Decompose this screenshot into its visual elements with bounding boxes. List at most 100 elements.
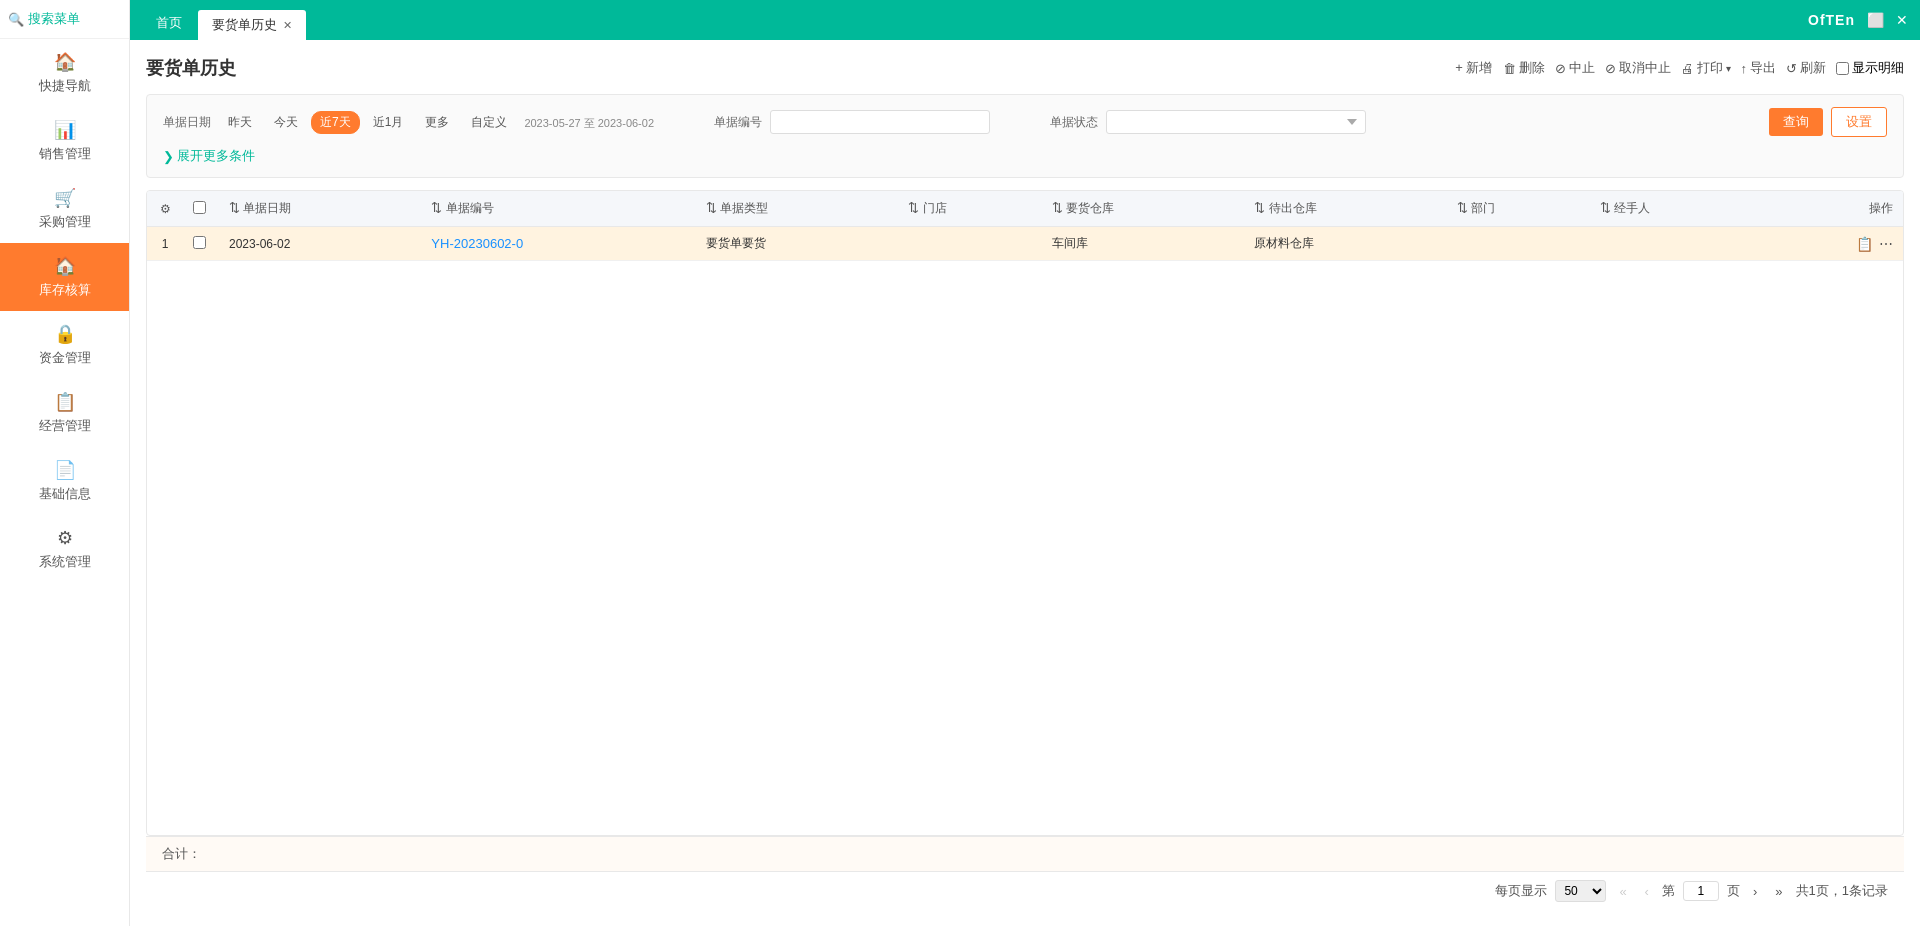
pagination: 每页显示 102050100 « ‹ 第 页 › » 共1页，1条记录: [146, 871, 1904, 910]
row-checkbox[interactable]: [193, 236, 206, 249]
select-all-checkbox[interactable]: [193, 201, 206, 214]
sidebar-label-finance: 资金管理: [39, 349, 91, 367]
prev-page-button[interactable]: ‹: [1640, 882, 1654, 901]
refresh-icon: ↺: [1786, 61, 1797, 76]
topbar-close[interactable]: ✕: [1896, 12, 1908, 28]
sidebar-label-inventory: 库存核算: [39, 281, 91, 299]
doc-no-link[interactable]: YH-20230602-0: [431, 236, 523, 251]
date-buttons: 昨天今天近7天近1月更多自定义: [219, 111, 516, 134]
footer-summary: 合计：: [146, 836, 1904, 871]
status-select[interactable]: [1106, 110, 1366, 134]
next-page-button[interactable]: ›: [1748, 882, 1762, 901]
settings-button[interactable]: 设置: [1831, 107, 1887, 137]
query-button[interactable]: 查询: [1769, 108, 1823, 136]
show-detail-checkbox[interactable]: [1836, 62, 1849, 75]
date-filter-label: 单据日期: [163, 114, 211, 131]
status-filter-group: 单据状态: [1050, 110, 1366, 134]
date-btn-近1月[interactable]: 近1月: [364, 111, 413, 134]
sidebar-item-finance[interactable]: 🔒资金管理: [0, 311, 129, 379]
th-req-warehouse: ⇅ 要货仓库: [1042, 191, 1244, 227]
row-num: 1: [147, 227, 183, 261]
sidebar-icon-basic: 📄: [54, 459, 76, 481]
print-dropdown-icon: ▾: [1726, 63, 1731, 74]
sidebar-item-basic[interactable]: 📄 基础信息: [0, 447, 129, 515]
sort-icon: ⇅: [1457, 200, 1468, 215]
topbar-brand: OfTEn: [1808, 12, 1855, 28]
row-req-warehouse: 车间库: [1042, 227, 1244, 261]
table-wrapper: ⚙ ⇅ 单据日期 ⇅ 单据编号 ⇅ 单据类型 ⇅ 门店 ⇅ 要货仓库 ⇅ 待出仓…: [146, 190, 1904, 836]
row-edit-icon[interactable]: 📋: [1856, 236, 1873, 252]
topbar-restore[interactable]: ⬜: [1867, 12, 1884, 28]
cancel-stop-button[interactable]: ⊘ 取消中止: [1605, 59, 1671, 77]
checkbox-column-header: [183, 191, 219, 227]
sidebar-icon-purchase: 🛒: [54, 187, 76, 209]
settings-column-header[interactable]: ⚙: [147, 191, 183, 227]
sidebar-icon-sales: 📊: [54, 119, 76, 141]
cancel-stop-icon: ⊘: [1605, 61, 1616, 76]
expand-button[interactable]: ❯ 展开更多条件: [163, 147, 255, 165]
page-content: 要货单历史 + 新增 🗑 删除 ⊘ 中止 ⊘ 取消中止 🖨 打印: [130, 40, 1920, 926]
date-btn-更多[interactable]: 更多: [416, 111, 458, 134]
th-doc-type: ⇅ 单据类型: [696, 191, 898, 227]
doc-no-label: 单据编号: [714, 114, 762, 131]
row-actions: 📋 ⋯: [1763, 227, 1903, 261]
sidebar-item-inventory[interactable]: 🏠库存核算: [0, 243, 129, 311]
export-button[interactable]: ↑ 导出: [1741, 59, 1777, 77]
tab-close-purchase-history[interactable]: ✕: [283, 19, 292, 32]
filter-area: 单据日期 昨天今天近7天近1月更多自定义 2023-05-27 至 2023-0…: [146, 94, 1904, 178]
page-input[interactable]: [1683, 881, 1719, 901]
date-btn-昨天[interactable]: 昨天: [219, 111, 261, 134]
refresh-button[interactable]: ↺ 刷新: [1786, 59, 1826, 77]
row-handler: [1590, 227, 1763, 261]
sidebar: 🔍 搜索菜单 🏠快捷导航📊销售管理🛒采购管理🏠库存核算🔒资金管理📋经营管理📄基础…: [0, 0, 130, 926]
sidebar-icon-quicknav: 🏠: [54, 51, 76, 73]
sidebar-search[interactable]: 🔍 搜索菜单: [0, 0, 129, 39]
stop-button[interactable]: ⊘ 中止: [1555, 59, 1595, 77]
date-filter-group: 单据日期 昨天今天近7天近1月更多自定义 2023-05-27 至 2023-0…: [163, 111, 654, 134]
sidebar-icon-operation: 📋: [54, 391, 76, 413]
row-dept: [1447, 227, 1590, 261]
sidebar-item-operation[interactable]: 📋 经营管理: [0, 379, 129, 447]
sidebar-label-operation: 经营管理: [39, 417, 91, 435]
per-page-select[interactable]: 102050100: [1555, 880, 1606, 902]
toolbar: + 新增 🗑 删除 ⊘ 中止 ⊘ 取消中止 🖨 打印 ▾: [1455, 59, 1904, 77]
sidebar-label-basic: 基础信息: [39, 485, 91, 503]
sidebar-item-sales[interactable]: 📊销售管理: [0, 107, 129, 175]
total-info: 共1页，1条记录: [1796, 882, 1888, 900]
page-title: 要货单历史: [146, 56, 236, 80]
data-table: ⚙ ⇅ 单据日期 ⇅ 单据编号 ⇅ 单据类型 ⇅ 门店 ⇅ 要货仓库 ⇅ 待出仓…: [147, 191, 1903, 261]
doc-no-input[interactable]: [770, 110, 990, 134]
delete-button[interactable]: 🗑 删除: [1503, 59, 1545, 77]
date-btn-近7天[interactable]: 近7天: [311, 111, 360, 134]
sidebar-item-purchase[interactable]: 🛒采购管理: [0, 175, 129, 243]
row-date: 2023-06-02: [219, 227, 421, 261]
delete-icon: 🗑: [1503, 61, 1516, 76]
topbar: 首页要货单历史 ✕ OfTEn ⬜ ✕: [130, 0, 1920, 40]
sort-icon: ⇅: [1600, 200, 1611, 215]
print-button[interactable]: 🖨 打印 ▾: [1681, 59, 1731, 77]
sidebar-search-label: 搜索菜单: [28, 10, 80, 28]
filter-row-2: ❯ 展开更多条件: [163, 147, 1887, 165]
th-dept: ⇅ 部门: [1447, 191, 1590, 227]
date-btn-今天[interactable]: 今天: [265, 111, 307, 134]
row-checkbox-cell: [183, 227, 219, 261]
sidebar-item-quicknav[interactable]: 🏠快捷导航: [0, 39, 129, 107]
sort-icon: ⇅: [229, 200, 240, 215]
date-btn-自定义[interactable]: 自定义: [462, 111, 516, 134]
per-page-label: 每页显示: [1495, 882, 1547, 900]
tab-home[interactable]: 首页: [142, 8, 196, 38]
first-page-button[interactable]: «: [1614, 882, 1631, 901]
topbar-right: OfTEn ⬜ ✕: [1808, 12, 1908, 28]
filter-row-1: 单据日期 昨天今天近7天近1月更多自定义 2023-05-27 至 2023-0…: [163, 107, 1887, 137]
sidebar-item-system[interactable]: ⚙系统管理: [0, 515, 129, 583]
sort-icon: ⇅: [431, 200, 442, 215]
sort-icon: ⇅: [908, 200, 919, 215]
add-button[interactable]: + 新增: [1455, 59, 1492, 77]
main-area: 首页要货单历史✕ OfTEn ⬜ ✕ 要货单历史 + 新增 🗑 删除 ⊘ 中止: [130, 0, 1920, 926]
last-page-button[interactable]: »: [1770, 882, 1787, 901]
tab-label-purchase-history: 要货单历史: [212, 16, 277, 34]
show-detail-checkbox-label[interactable]: 显示明细: [1836, 59, 1904, 77]
row-more-icon[interactable]: ⋯: [1879, 236, 1893, 252]
tab-purchase-history[interactable]: 要货单历史 ✕: [198, 10, 306, 40]
sort-icon: ⇅: [1052, 200, 1063, 215]
